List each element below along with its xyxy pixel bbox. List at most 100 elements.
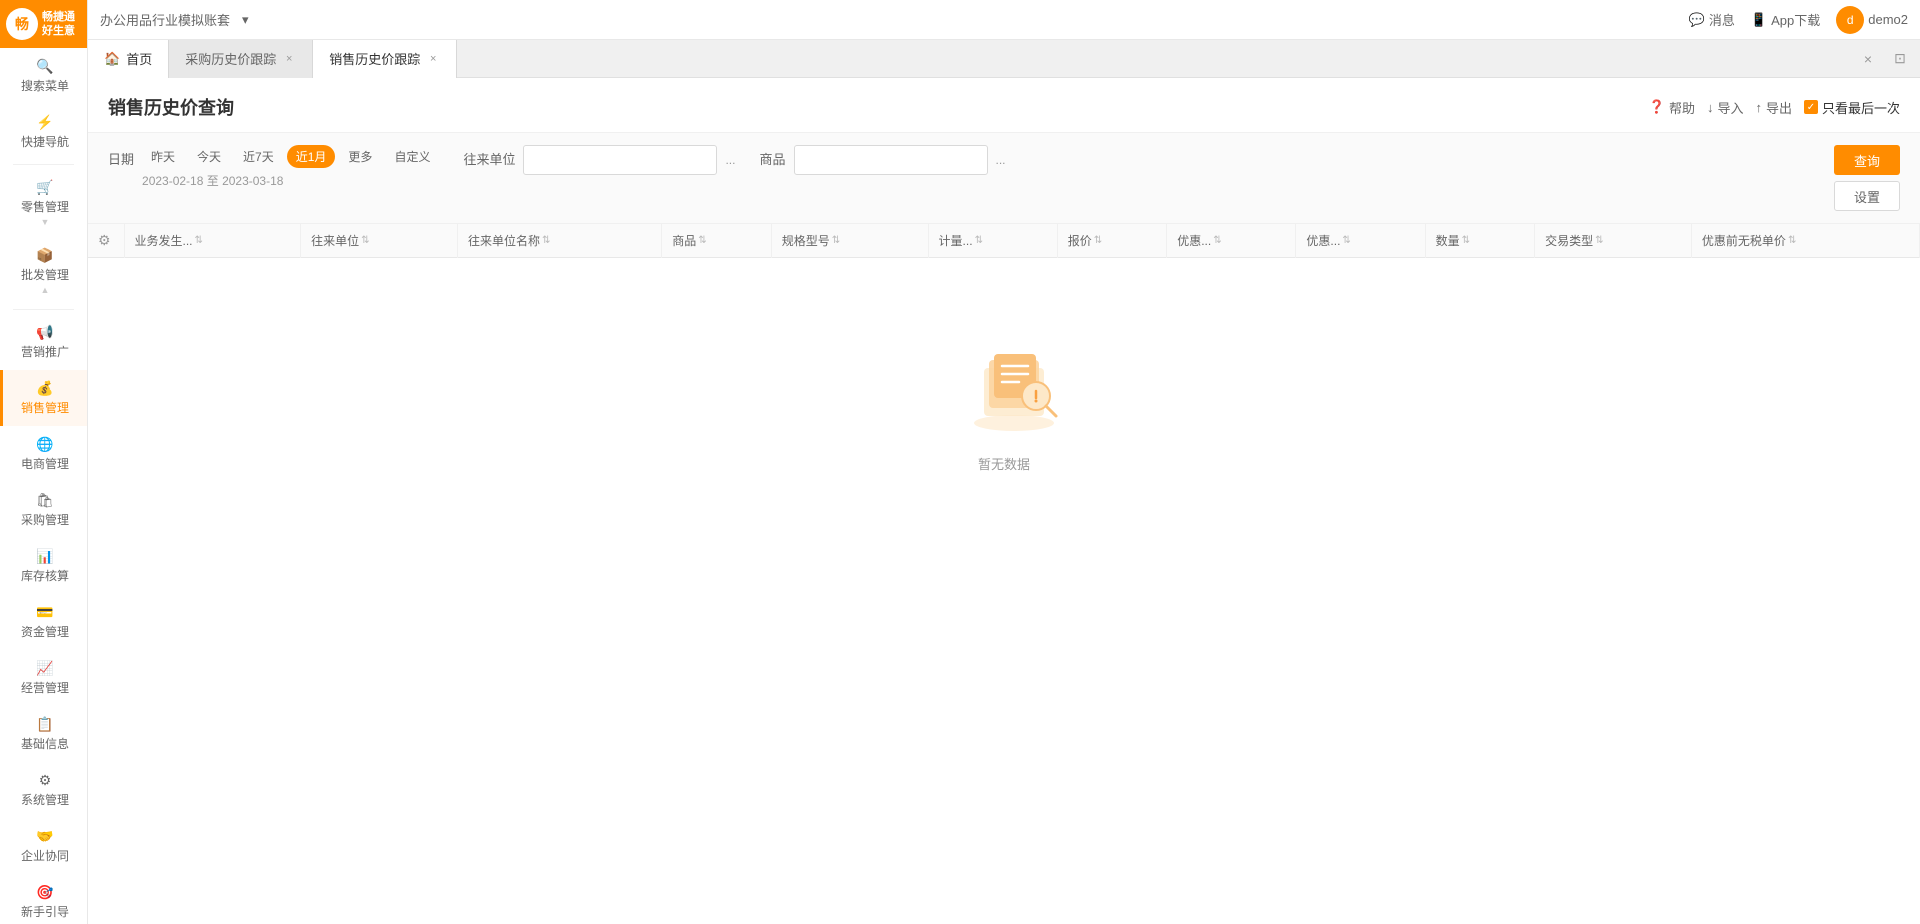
sidebar-item-enterprise[interactable]: 🤝 企业协同 xyxy=(0,818,87,874)
message-icon: 💬 xyxy=(1689,12,1705,28)
table-settings-btn[interactable]: ⚙ xyxy=(98,232,111,248)
download-icon: 📱 xyxy=(1751,12,1767,28)
sidebar-item-sales[interactable]: 💰 销售管理 xyxy=(0,370,87,426)
sidebar-item-label: 搜索菜单 xyxy=(21,77,69,94)
partner-dots-btn[interactable]: ... xyxy=(725,153,735,167)
help-label: 帮助 xyxy=(1669,98,1695,117)
user-profile-btn[interactable]: d demo2 xyxy=(1836,6,1908,34)
sort-quantity-icon[interactable]: ⇅ xyxy=(1462,235,1470,246)
message-label: 消息 xyxy=(1709,10,1735,29)
th-unit-label: 计量... xyxy=(939,232,973,249)
sidebar-item-marketing[interactable]: 📢 营销推广 xyxy=(0,314,87,370)
sort-discount2-icon[interactable]: ⇅ xyxy=(1342,235,1350,246)
guide-icon: 🎯 xyxy=(36,884,53,901)
help-icon: ❓ xyxy=(1649,99,1665,115)
sidebar-item-label: 电商管理 xyxy=(21,455,69,472)
sort-unit-icon[interactable]: ⇅ xyxy=(975,235,983,246)
tabbar: 🏠 首页 采购历史价跟踪 × 销售历史价跟踪 × × ⊡ xyxy=(88,40,1920,78)
sort-trade-type-icon[interactable]: ⇅ xyxy=(1595,235,1603,246)
home-icon: 🏠 xyxy=(104,51,120,67)
main-area: 办公用品行业模拟账套 ▾ 💬 消息 📱 App下载 d demo2 🏠 xyxy=(88,0,1920,924)
date-btn-today[interactable]: 今天 xyxy=(188,145,230,168)
operations-icon: 📈 xyxy=(36,660,53,677)
sort-discount1-icon[interactable]: ⇅ xyxy=(1213,235,1221,246)
th-partner-name-label: 往来单位名称 xyxy=(468,232,540,249)
th-date-label: 业务发生... xyxy=(135,232,193,249)
table-header-row: ⚙ 业务发生... ⇅ 往来单位 ⇅ xyxy=(88,224,1920,258)
th-discount2-label: 优惠... xyxy=(1306,232,1340,249)
tab-home-label: 首页 xyxy=(126,49,152,68)
maximize-btn[interactable]: ⊡ xyxy=(1888,47,1912,71)
date-filter-label: 日期 xyxy=(108,145,134,168)
app-logo[interactable]: 畅 畅捷通好生意 xyxy=(0,0,87,48)
page-header-actions: ❓ 帮助 ↓ 导入 ↑ 导出 ✓ 只看最后一次 xyxy=(1649,98,1900,117)
only-last-label: 只看最后一次 xyxy=(1822,98,1900,117)
sidebar-item-label: 系统管理 xyxy=(21,791,69,808)
basic-icon: 📋 xyxy=(36,716,53,733)
th-price: 报价 ⇅ xyxy=(1057,224,1166,258)
product-input[interactable] xyxy=(794,145,988,175)
date-btn-custom[interactable]: 自定义 xyxy=(385,145,439,168)
import-label: 导入 xyxy=(1717,98,1743,117)
partner-input-group: ... xyxy=(523,145,735,175)
th-spec-label: 规格型号 xyxy=(782,232,830,249)
export-btn[interactable]: ↑ 导出 xyxy=(1755,98,1792,117)
setting-button[interactable]: 设置 xyxy=(1834,181,1900,211)
date-btn-1month[interactable]: 近1月 xyxy=(287,145,336,168)
import-icon: ↓ xyxy=(1707,100,1714,115)
only-last-checkbox-label[interactable]: ✓ 只看最后一次 xyxy=(1804,98,1900,117)
sort-partner-code-icon[interactable]: ⇅ xyxy=(361,235,369,246)
sidebar-item-wholesale[interactable]: 📦 批发管理 ▲ xyxy=(0,237,87,305)
filter-action-group: 查询 设置 xyxy=(1834,145,1900,211)
sales-icon: 💰 xyxy=(36,380,53,397)
tab-sales-history-close[interactable]: × xyxy=(426,52,440,66)
sidebar-item-operations[interactable]: 📈 经营管理 xyxy=(0,650,87,706)
export-icon: ↑ xyxy=(1755,100,1762,115)
partner-input[interactable] xyxy=(523,145,717,175)
only-last-checkbox[interactable]: ✓ xyxy=(1804,100,1818,114)
query-button[interactable]: 查询 xyxy=(1834,145,1900,175)
product-filter-group: 商品 ... xyxy=(759,145,1005,175)
import-btn[interactable]: ↓ 导入 xyxy=(1707,98,1744,117)
sidebar-item-inventory[interactable]: 📊 库存核算 xyxy=(0,538,87,594)
app-download-btn[interactable]: 📱 App下载 xyxy=(1751,10,1820,29)
sidebar-item-basic[interactable]: 📋 基础信息 xyxy=(0,706,87,762)
sidebar-item-ecommerce[interactable]: 🌐 电商管理 xyxy=(0,426,87,482)
sidebar-item-guide[interactable]: 🎯 新手引导 xyxy=(0,874,87,924)
topbar-right: 💬 消息 📱 App下载 d demo2 xyxy=(1689,6,1908,34)
date-btn-yesterday[interactable]: 昨天 xyxy=(142,145,184,168)
sort-partner-name-icon[interactable]: ⇅ xyxy=(542,235,550,246)
sort-pretax-price-icon[interactable]: ⇅ xyxy=(1788,235,1796,246)
th-partner-name: 往来单位名称 ⇅ xyxy=(457,224,661,258)
sidebar-item-search[interactable]: 🔍 搜索菜单 xyxy=(0,48,87,104)
date-btn-more[interactable]: 更多 xyxy=(339,145,381,168)
close-all-tabs-btn[interactable]: × xyxy=(1856,47,1880,71)
sidebar-menu: 🔍 搜索菜单 ⚡ 快捷导航 🛒 零售管理 ▼ 📦 批发管理 ▲ 📢 营销推广 💰… xyxy=(0,48,87,924)
retail-icon: 🛒 xyxy=(36,179,53,196)
tab-home[interactable]: 🏠 首页 xyxy=(88,40,169,78)
th-partner-code: 往来单位 ⇅ xyxy=(301,224,458,258)
sidebar-item-label: 经营管理 xyxy=(21,679,69,696)
sort-price-icon[interactable]: ⇅ xyxy=(1094,235,1102,246)
sidebar-item-label: 资金管理 xyxy=(21,623,69,640)
sidebar-item-retail[interactable]: 🛒 零售管理 ▼ xyxy=(0,169,87,237)
tab-purchase-history-close[interactable]: × xyxy=(282,52,296,66)
sort-product-icon[interactable]: ⇅ xyxy=(698,235,706,246)
help-btn[interactable]: ❓ 帮助 xyxy=(1649,98,1695,117)
tab-sales-history[interactable]: 销售历史价跟踪 × xyxy=(313,40,457,78)
sidebar-item-purchase[interactable]: 🛍 采购管理 xyxy=(0,482,87,538)
th-quantity: 数量 ⇅ xyxy=(1425,224,1534,258)
date-btn-7days[interactable]: 近7天 xyxy=(234,145,283,168)
page-header: 销售历史价查询 ❓ 帮助 ↓ 导入 ↑ 导出 ✓ 只看最后一次 xyxy=(88,78,1920,133)
sort-spec-icon[interactable]: ⇅ xyxy=(832,235,840,246)
tab-purchase-history[interactable]: 采购历史价跟踪 × xyxy=(169,40,313,78)
sidebar-item-system[interactable]: ⚙ 系统管理 xyxy=(0,762,87,818)
sidebar-item-shortcut[interactable]: ⚡ 快捷导航 xyxy=(0,104,87,160)
product-dots-btn[interactable]: ... xyxy=(996,153,1006,167)
message-btn[interactable]: 💬 消息 xyxy=(1689,10,1735,29)
company-dropdown[interactable]: ▾ xyxy=(242,12,249,28)
search-icon: 🔍 xyxy=(36,58,53,75)
product-input-group: ... xyxy=(794,145,1006,175)
sidebar-item-finance[interactable]: 💳 资金管理 xyxy=(0,594,87,650)
sort-date-icon[interactable]: ⇅ xyxy=(195,235,203,246)
